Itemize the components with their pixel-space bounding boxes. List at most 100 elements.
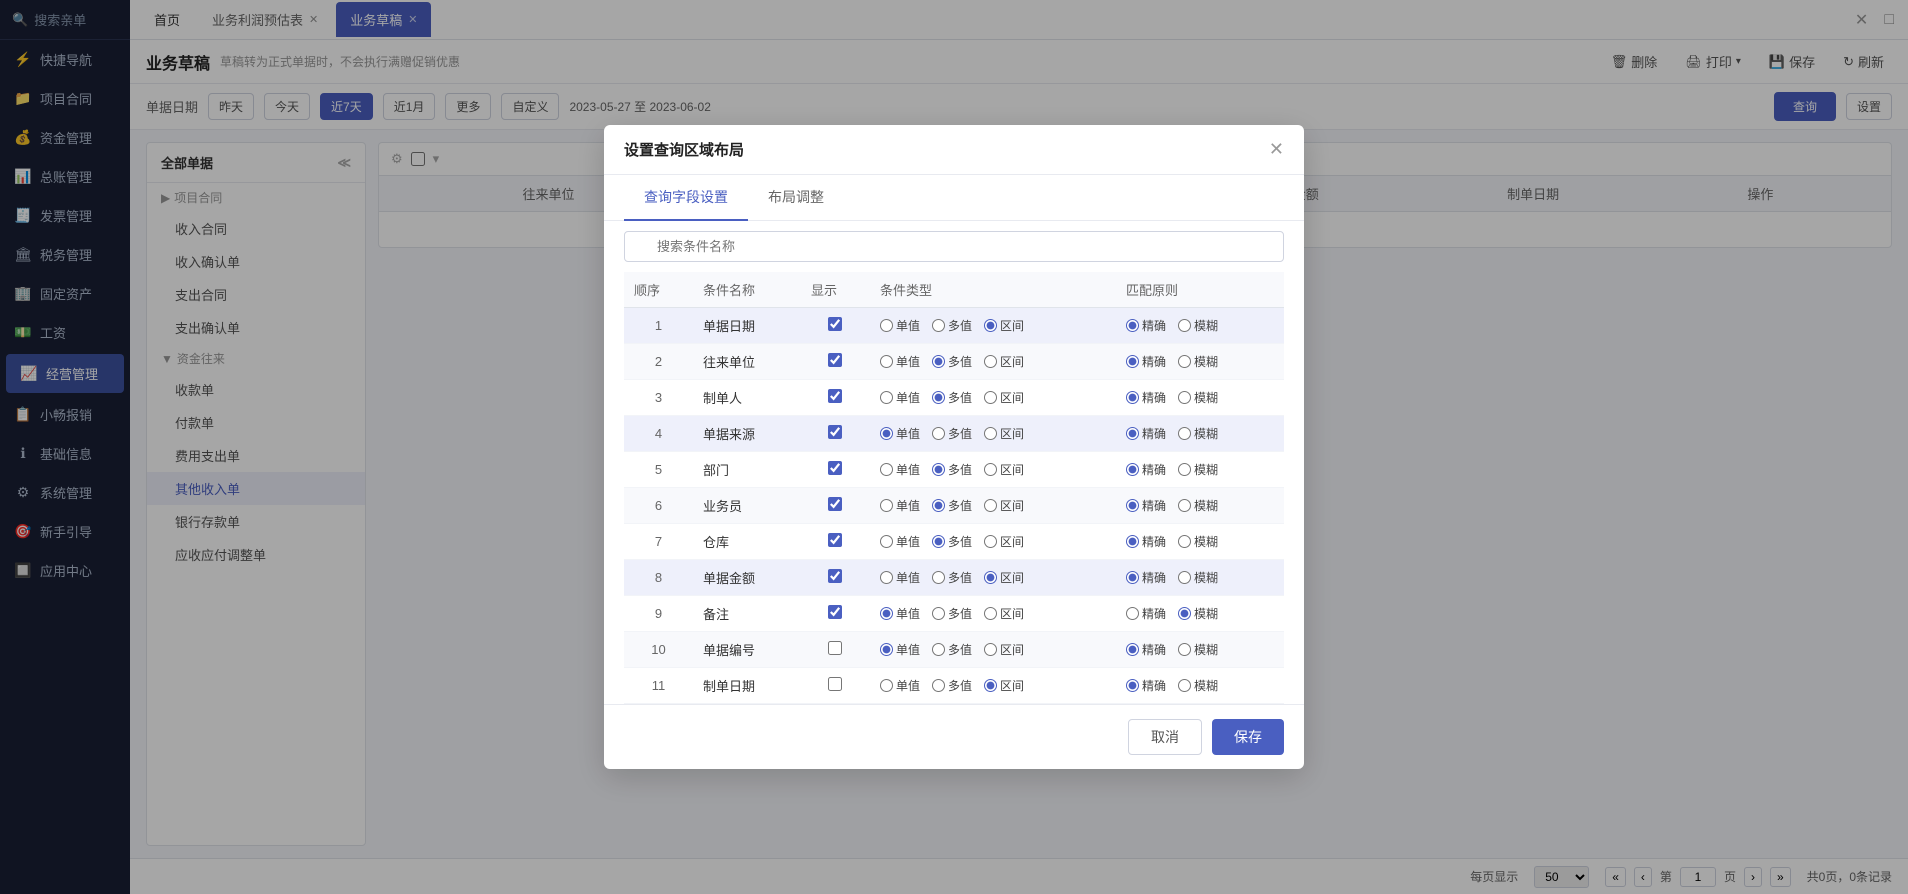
radio-fuzzy[interactable]: 模糊 (1178, 605, 1218, 622)
row-name: 单据编号 (693, 632, 801, 668)
radio-precise[interactable]: 精确 (1126, 461, 1166, 478)
modal-col-match: 匹配原则 (1116, 272, 1284, 308)
row-display (801, 380, 870, 416)
row-display-checkbox[interactable] (828, 317, 842, 331)
radio-fuzzy[interactable]: 模糊 (1178, 533, 1218, 550)
radio-range[interactable]: 区间 (984, 641, 1024, 658)
modal-title: 设置查询区域布局 (624, 139, 744, 160)
radio-single[interactable]: 单值 (880, 497, 920, 514)
radio-single[interactable]: 单值 (880, 389, 920, 406)
radio-multi[interactable]: 多值 (932, 677, 972, 694)
radio-precise[interactable]: 精确 (1126, 425, 1166, 442)
radio-fuzzy[interactable]: 模糊 (1178, 677, 1218, 694)
modal-search-input[interactable] (624, 231, 1284, 262)
radio-fuzzy[interactable]: 模糊 (1178, 569, 1218, 586)
modal-close-button[interactable]: ✕ (1269, 139, 1284, 160)
radio-multi[interactable]: 多值 (932, 497, 972, 514)
radio-range[interactable]: 区间 (984, 677, 1024, 694)
radio-single[interactable]: 单值 (880, 641, 920, 658)
row-display-checkbox[interactable] (828, 497, 842, 511)
row-match-principle: 精确 模糊 (1116, 416, 1284, 452)
radio-single[interactable]: 单值 (880, 425, 920, 442)
modal-table-row: 3 制单人 单值 多值 区间 (624, 380, 1284, 416)
row-condition-type: 单值 多值 区间 (870, 308, 1116, 344)
row-condition-type: 单值 多值 区间 (870, 452, 1116, 488)
modal-header: 设置查询区域布局 ✕ (604, 125, 1304, 175)
radio-range[interactable]: 区间 (984, 461, 1024, 478)
row-display-checkbox[interactable] (828, 353, 842, 367)
radio-single[interactable]: 单值 (880, 533, 920, 550)
radio-multi[interactable]: 多值 (932, 389, 972, 406)
radio-range[interactable]: 区间 (984, 497, 1024, 514)
radio-precise[interactable]: 精确 (1126, 353, 1166, 370)
radio-fuzzy[interactable]: 模糊 (1178, 497, 1218, 514)
radio-single[interactable]: 单值 (880, 569, 920, 586)
radio-multi[interactable]: 多值 (932, 605, 972, 622)
radio-range[interactable]: 区间 (984, 533, 1024, 550)
row-name: 业务员 (693, 488, 801, 524)
radio-precise[interactable]: 精确 (1126, 317, 1166, 334)
radio-precise[interactable]: 精确 (1126, 605, 1166, 622)
modal-search-area: 🔍 (604, 221, 1304, 272)
radio-fuzzy[interactable]: 模糊 (1178, 353, 1218, 370)
radio-precise[interactable]: 精确 (1126, 569, 1166, 586)
row-order: 10 (624, 632, 693, 668)
radio-range[interactable]: 区间 (984, 605, 1024, 622)
radio-single[interactable]: 单值 (880, 317, 920, 334)
radio-range[interactable]: 区间 (984, 569, 1024, 586)
row-name: 制单日期 (693, 668, 801, 704)
radio-fuzzy[interactable]: 模糊 (1178, 389, 1218, 406)
radio-single[interactable]: 单值 (880, 461, 920, 478)
row-display-checkbox[interactable] (828, 425, 842, 439)
row-display (801, 524, 870, 560)
row-display-checkbox[interactable] (828, 677, 842, 691)
modal-tab-layout-adjust[interactable]: 布局调整 (748, 175, 844, 221)
radio-single[interactable]: 单值 (880, 677, 920, 694)
row-match-principle: 精确 模糊 (1116, 488, 1284, 524)
row-name: 制单人 (693, 380, 801, 416)
modal-table-row: 10 单据编号 单值 多值 区间 (624, 632, 1284, 668)
radio-fuzzy[interactable]: 模糊 (1178, 461, 1218, 478)
row-order: 1 (624, 308, 693, 344)
radio-single[interactable]: 单值 (880, 353, 920, 370)
search-wrapper: 🔍 (624, 231, 1284, 262)
radio-multi[interactable]: 多值 (932, 533, 972, 550)
modal-save-button[interactable]: 保存 (1212, 719, 1284, 755)
radio-precise[interactable]: 精确 (1126, 641, 1166, 658)
row-match-principle: 精确 模糊 (1116, 560, 1284, 596)
radio-range[interactable]: 区间 (984, 425, 1024, 442)
row-display-checkbox[interactable] (828, 389, 842, 403)
radio-multi[interactable]: 多值 (932, 353, 972, 370)
row-display-checkbox[interactable] (828, 461, 842, 475)
row-display-checkbox[interactable] (828, 569, 842, 583)
row-display (801, 344, 870, 380)
radio-fuzzy[interactable]: 模糊 (1178, 641, 1218, 658)
row-order: 5 (624, 452, 693, 488)
radio-multi[interactable]: 多值 (932, 569, 972, 586)
row-display (801, 452, 870, 488)
radio-range[interactable]: 区间 (984, 317, 1024, 334)
radio-multi[interactable]: 多值 (932, 425, 972, 442)
radio-multi[interactable]: 多值 (932, 641, 972, 658)
row-condition-type: 单值 多值 区间 (870, 380, 1116, 416)
radio-precise[interactable]: 精确 (1126, 533, 1166, 550)
radio-precise[interactable]: 精确 (1126, 497, 1166, 514)
cancel-button[interactable]: 取消 (1128, 719, 1202, 755)
radio-multi[interactable]: 多值 (932, 317, 972, 334)
radio-single[interactable]: 单值 (880, 605, 920, 622)
radio-multi[interactable]: 多值 (932, 461, 972, 478)
radio-fuzzy[interactable]: 模糊 (1178, 317, 1218, 334)
row-match-principle: 精确 模糊 (1116, 452, 1284, 488)
row-display-checkbox[interactable] (828, 605, 842, 619)
row-match-principle: 精确 模糊 (1116, 344, 1284, 380)
row-display-checkbox[interactable] (828, 533, 842, 547)
radio-range[interactable]: 区间 (984, 389, 1024, 406)
radio-precise[interactable]: 精确 (1126, 677, 1166, 694)
modal-tab-field-settings[interactable]: 查询字段设置 (624, 175, 748, 221)
radio-precise[interactable]: 精确 (1126, 389, 1166, 406)
row-name: 单据日期 (693, 308, 801, 344)
row-display-checkbox[interactable] (828, 641, 842, 655)
radio-fuzzy[interactable]: 模糊 (1178, 425, 1218, 442)
row-condition-type: 单值 多值 区间 (870, 632, 1116, 668)
radio-range[interactable]: 区间 (984, 353, 1024, 370)
